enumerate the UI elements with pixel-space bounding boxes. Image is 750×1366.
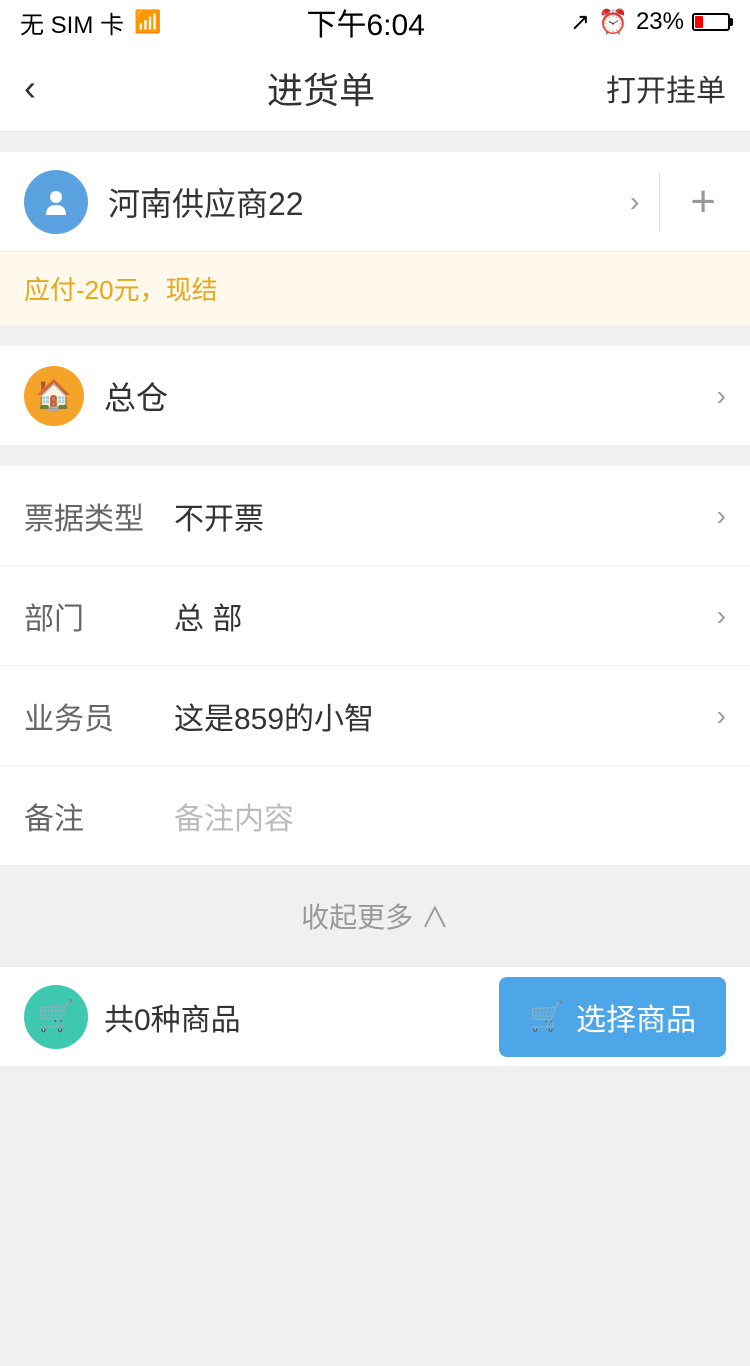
gray-area <box>0 1066 750 1366</box>
collapse-label: 收起更多 ∧ <box>301 896 449 936</box>
product-icon-circle: 🛒 <box>24 985 88 1049</box>
location-icon: ↗ <box>570 8 590 37</box>
salesman-value: 这是859的小智 <box>164 694 717 738</box>
page-title: 进货单 <box>267 62 375 114</box>
status-time: 下午6:04 <box>306 0 424 44</box>
warehouse-row[interactable]: 🏠 总仓 › <box>0 346 750 446</box>
carrier-text: 无 SIM 卡 <box>20 5 124 40</box>
status-bar: 无 SIM 卡 📶 下午6:04 ↗ ⏰ 23% <box>0 0 750 44</box>
open-pending-button[interactable]: 打开挂单 <box>606 66 726 110</box>
select-product-label: 选择商品 <box>576 995 696 1039</box>
house-icon: 🏠 <box>35 378 72 413</box>
supplier-row[interactable]: 河南供应商22 › + <box>0 152 750 252</box>
product-count-text: 共0种商品 <box>104 995 241 1039</box>
invoice-value: 不开票 <box>164 494 717 538</box>
nav-bar: ‹ 进货单 打开挂单 <box>0 44 750 132</box>
section-divider-top <box>0 132 750 152</box>
chevron-right-icon: › <box>630 186 639 218</box>
remark-row[interactable]: 备注 备注内容 <box>0 766 750 866</box>
supplier-name: 河南供应商22 <box>108 179 630 225</box>
warehouse-icon-circle: 🏠 <box>24 366 84 426</box>
select-product-button[interactable]: 🛒 选择商品 <box>499 977 726 1057</box>
invoice-chevron-icon: › <box>717 500 726 532</box>
vertical-divider <box>659 172 660 232</box>
warehouse-chevron-icon: › <box>717 380 726 412</box>
collapse-bar[interactable]: 收起更多 ∧ <box>0 866 750 966</box>
notice-text: 应付-20元，现结 <box>24 275 218 305</box>
invoice-label: 票据类型 <box>24 494 164 538</box>
salesman-row[interactable]: 业务员 这是859的小智 › <box>0 666 750 766</box>
add-supplier-button[interactable]: + <box>680 177 726 227</box>
alarm-icon: ⏰ <box>598 8 628 37</box>
salesman-label: 业务员 <box>24 694 164 738</box>
person-icon <box>41 187 71 217</box>
cart-icon: 🛒 <box>37 999 74 1034</box>
status-left: 无 SIM 卡 📶 <box>20 5 161 40</box>
supplier-avatar <box>24 170 88 234</box>
notice-bar: 应付-20元，现结 <box>0 252 750 326</box>
battery-icon <box>692 13 730 31</box>
wifi-icon: 📶 <box>134 9 161 35</box>
department-label: 部门 <box>24 594 164 638</box>
department-value: 总 部 <box>164 594 717 638</box>
back-button[interactable]: ‹ <box>24 67 36 109</box>
bottom-section: 🛒 共0种商品 🛒 选择商品 <box>0 966 750 1066</box>
status-right: ↗ ⏰ 23% <box>570 8 730 37</box>
warehouse-name: 总仓 <box>104 373 717 419</box>
section-divider-2 <box>0 446 750 466</box>
remark-label: 备注 <box>24 794 164 838</box>
invoice-type-row[interactable]: 票据类型 不开票 › <box>0 466 750 566</box>
remark-input[interactable]: 备注内容 <box>164 794 726 838</box>
section-divider-mid <box>0 326 750 346</box>
department-row[interactable]: 部门 总 部 › <box>0 566 750 666</box>
select-product-icon: 🛒 <box>529 1000 564 1033</box>
battery-percent: 23% <box>636 8 684 36</box>
department-chevron-icon: › <box>717 600 726 632</box>
product-count-area: 🛒 共0种商品 <box>24 985 241 1049</box>
salesman-chevron-icon: › <box>717 700 726 732</box>
